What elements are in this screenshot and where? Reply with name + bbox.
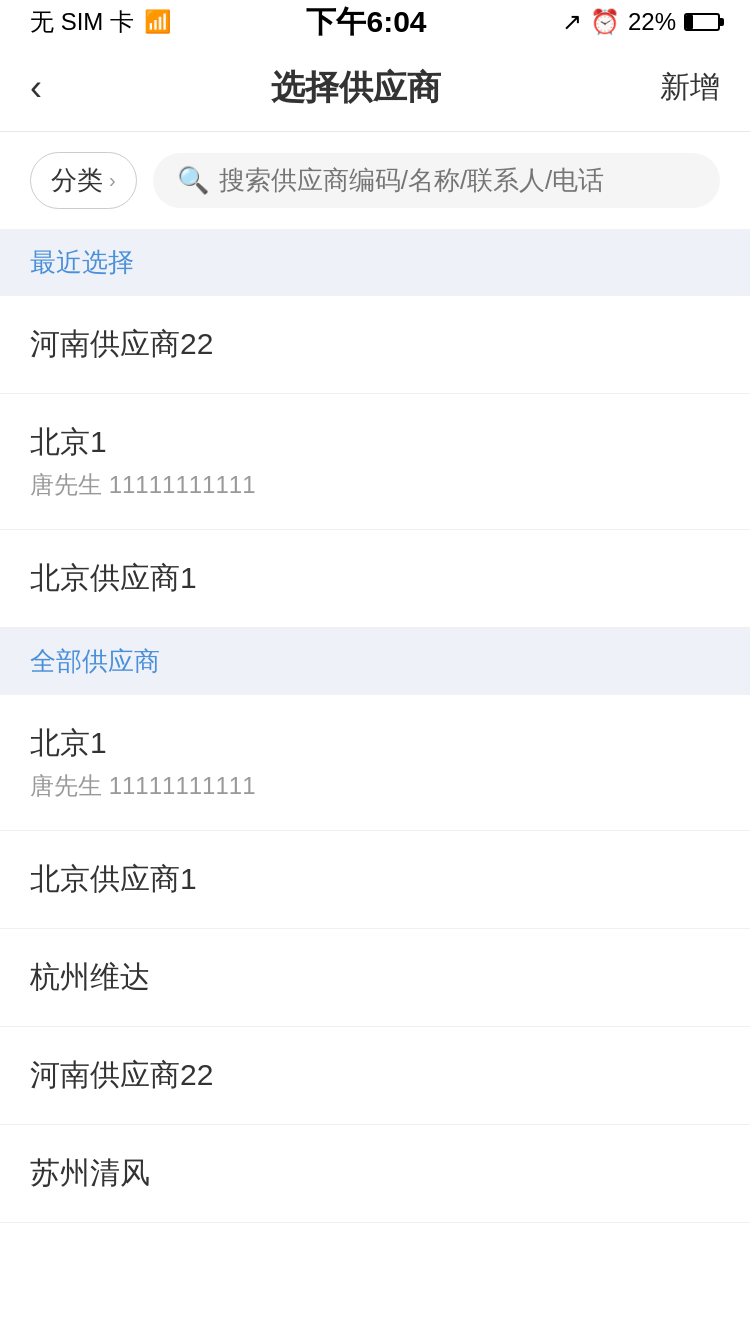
status-left: 无 SIM 卡 📶 <box>30 6 171 38</box>
list-item[interactable]: 苏州清风 <box>0 1125 750 1223</box>
chevron-right-icon: › <box>109 169 116 192</box>
item-name: 苏州清风 <box>30 1153 720 1194</box>
status-time: 下午6:04 <box>306 2 426 43</box>
sections-container: 最近选择河南供应商22 北京1 唐先生 11111111111 北京供应商1 全部供应商… <box>0 229 750 1223</box>
search-input[interactable] <box>219 165 696 196</box>
status-bar: 无 SIM 卡 📶 下午6:04 ↗ ⏰ 22% <box>0 0 750 44</box>
item-name: 河南供应商22 <box>30 1055 720 1096</box>
item-name: 杭州维达 <box>30 957 720 998</box>
category-label: 分类 <box>51 163 103 198</box>
location-icon: ↗ <box>562 8 582 36</box>
item-contact: 唐先生 11111111111 <box>30 770 720 802</box>
battery-percent: 22% <box>628 8 676 36</box>
category-filter-button[interactable]: 分类 › <box>30 152 137 209</box>
list-item[interactable]: 河南供应商22 <box>0 296 750 394</box>
item-name: 北京供应商1 <box>30 558 720 599</box>
page-title: 选择供应商 <box>271 65 441 111</box>
list-item[interactable]: 河南供应商22 <box>0 1027 750 1125</box>
item-name: 北京供应商1 <box>30 859 720 900</box>
item-contact: 唐先生 11111111111 <box>30 469 720 501</box>
status-right: ↗ ⏰ 22% <box>562 8 720 36</box>
sim-label: 无 SIM 卡 <box>30 6 134 38</box>
list-item[interactable]: 杭州维达 <box>0 929 750 1027</box>
alarm-icon: ⏰ <box>590 8 620 36</box>
add-button[interactable]: 新增 <box>660 67 720 108</box>
wifi-icon: 📶 <box>144 9 171 35</box>
list-item[interactable]: 北京1 唐先生 11111111111 <box>0 695 750 831</box>
battery-icon <box>684 13 720 31</box>
search-input-wrap: 🔍 <box>153 153 720 208</box>
list-item[interactable]: 北京1 唐先生 11111111111 <box>0 394 750 530</box>
section-header-recent: 最近选择 <box>0 229 750 296</box>
item-name: 北京1 <box>30 723 720 764</box>
back-button[interactable]: ‹ <box>20 57 52 119</box>
item-name: 北京1 <box>30 422 720 463</box>
list-item[interactable]: 北京供应商1 <box>0 831 750 929</box>
nav-bar: ‹ 选择供应商 新增 <box>0 44 750 132</box>
section-header-all: 全部供应商 <box>0 628 750 695</box>
list-item[interactable]: 北京供应商1 <box>0 530 750 628</box>
search-icon: 🔍 <box>177 165 209 196</box>
item-name: 河南供应商22 <box>30 324 720 365</box>
search-bar: 分类 › 🔍 <box>0 132 750 229</box>
